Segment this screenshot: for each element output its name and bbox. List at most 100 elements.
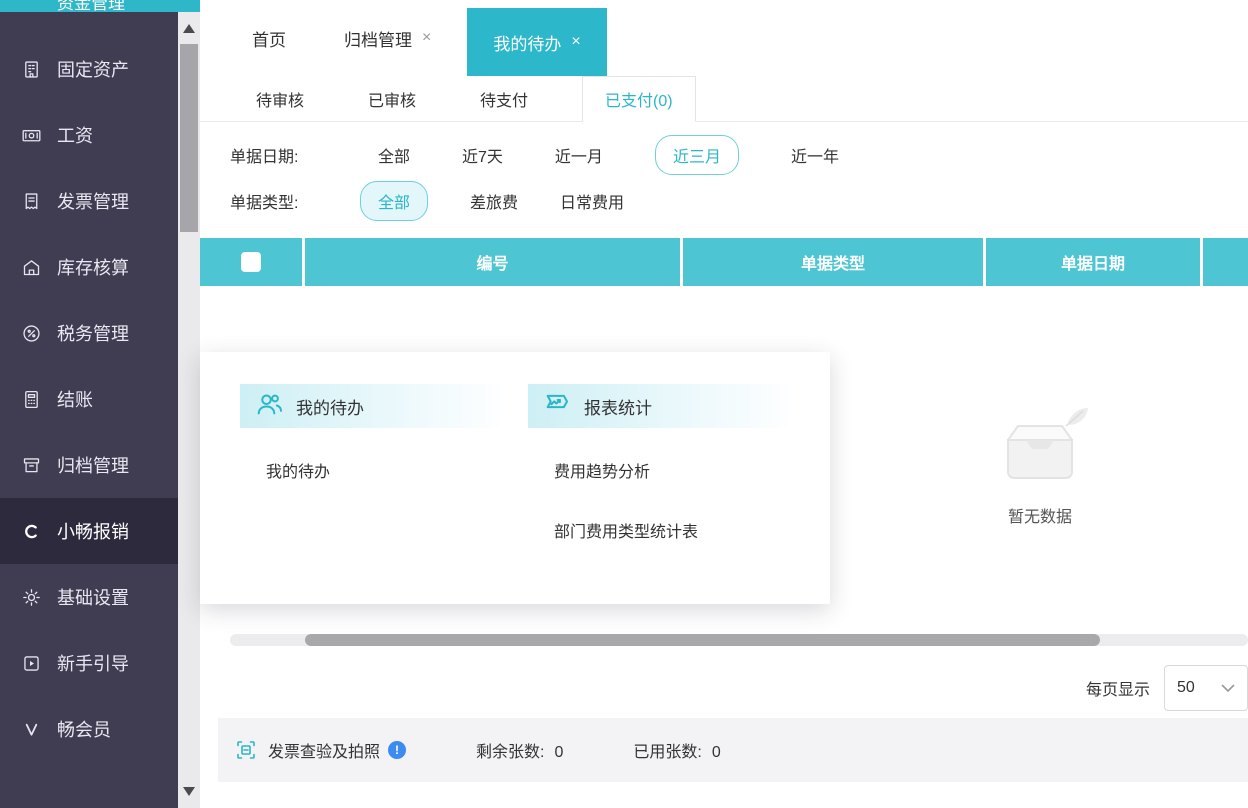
page-size-label: 每页显示 [1085, 682, 1150, 699]
sidebar-item-invoice[interactable]: 发票管理 [0, 168, 178, 234]
filter-type-row: 单据类型: 全部 差旅费 日常费用 [200, 178, 1248, 224]
member-icon [20, 718, 42, 740]
sidebar-item-label: 归档管理 [57, 456, 129, 476]
tab-label: 我的待办 [493, 34, 562, 54]
tab-label: 归档管理 [344, 30, 412, 50]
horizontal-scrollbar[interactable] [230, 634, 1248, 646]
scroll-down-icon[interactable] [183, 787, 195, 796]
subtab-bar: 待审核 已审核 待支付 已支付(0) [200, 76, 1248, 122]
inventory-icon [20, 256, 42, 278]
menu-item-dept-expense-stats[interactable]: 部门费用类型统计表 [554, 518, 788, 542]
sidebar-item-label: 基础设置 [57, 588, 129, 608]
report-stats-icon [542, 389, 572, 424]
subtab-reviewed[interactable]: 已审核 [358, 76, 426, 121]
todo-person-icon [254, 389, 284, 424]
sidebar-item-label: 库存核算 [57, 258, 129, 278]
sidebar-item-inventory[interactable]: 库存核算 [0, 234, 178, 300]
guide-play-icon [20, 652, 42, 674]
sidebar-item-label: 小畅报销 [57, 522, 129, 542]
date-option-1m[interactable]: 近一月 [555, 143, 603, 167]
select-all-checkbox[interactable] [241, 252, 261, 272]
tax-icon [20, 322, 42, 344]
info-icon[interactable]: ! [388, 741, 407, 759]
empty-state-text: 暂无数据 [1007, 509, 1072, 526]
close-icon[interactable]: × [422, 30, 431, 46]
sidebar-item-reimburse[interactable]: 小畅报销 [0, 498, 178, 564]
popup-column-todo: 我的待办 我的待办 [240, 384, 500, 604]
column-header-number: 编号 [305, 238, 680, 286]
used-count: 已用张数: 0 [633, 738, 720, 762]
main-content: 首页 归档管理 × 我的待办 × 待审核 已审核 待支付 已支付(0) 单据日期… [200, 0, 1248, 808]
reimburse-icon [20, 520, 42, 542]
subtab-pending-payment[interactable]: 待支付 [470, 76, 538, 121]
type-option-travel[interactable]: 差旅费 [470, 189, 518, 213]
footer-bar: 发票查验及拍照 ! 剩余张数: 0 已用张数: 0 [218, 718, 1248, 782]
sidebar-item-fixed-assets[interactable]: 固定资产 [0, 36, 178, 102]
type-option-daily[interactable]: 日常费用 [560, 189, 624, 213]
date-option-1y[interactable]: 近一年 [791, 143, 839, 167]
popup-column-reports: 报表统计 费用趋势分析 部门费用类型统计表 [528, 384, 788, 604]
chevron-down-icon [1221, 683, 1235, 692]
pagination: 每页显示 50 [1086, 664, 1248, 712]
column-header-doc-type: 单据类型 [683, 238, 983, 286]
header-checkbox-cell [200, 238, 302, 286]
table-header: 编号 单据类型 单据日期 [200, 238, 1248, 286]
fixed-assets-icon [20, 58, 42, 80]
sidebar-item-label: 畅会员 [57, 720, 111, 740]
date-option-7d[interactable]: 近7天 [462, 143, 503, 167]
filter-date-row: 单据日期: 全部 近7天 近一月 近三月 近一年 [200, 132, 1248, 178]
column-header-doc-date: 单据日期 [986, 238, 1200, 286]
archive-icon [20, 454, 42, 476]
page-size-select[interactable]: 50 [1164, 665, 1248, 711]
menu-section-title: 我的待办 [296, 398, 364, 418]
date-option-all[interactable]: 全部 [378, 143, 410, 167]
tab-label: 首页 [252, 30, 286, 50]
menu-item-expense-trend[interactable]: 费用趋势分析 [554, 458, 788, 482]
sidebar-item-settings[interactable]: 基础设置 [0, 564, 178, 630]
tab-home[interactable]: 首页 [230, 26, 308, 51]
sidebar: 固定资产 工资 发票管理 库存核算 税务管理 结账 归档管理 小畅报销 基础设置… [0, 0, 178, 808]
settings-gear-icon [20, 586, 42, 608]
tab-my-todo[interactable]: 我的待办 × [467, 8, 607, 76]
sidebar-item-label: 结账 [57, 390, 93, 410]
close-icon[interactable]: × [571, 34, 580, 50]
invoice-check-label: 发票查验及拍照 [268, 744, 381, 761]
filter-date-label: 单据日期: [230, 149, 299, 166]
column-header-extra [1203, 238, 1248, 286]
used-label: 已用张数: [633, 744, 702, 761]
vertical-scrollbar[interactable] [178, 0, 200, 808]
empty-box-icon [1007, 408, 1088, 479]
sidebar-item-tax[interactable]: 税务管理 [0, 300, 178, 366]
remaining-label: 剩余张数: [476, 744, 545, 761]
vertical-scrollbar-thumb[interactable] [180, 44, 198, 232]
sidebar-item-salary[interactable]: 工资 [0, 102, 178, 168]
menu-item-my-todo[interactable]: 我的待办 [266, 458, 500, 482]
sidebar-item-guide[interactable]: 新手引导 [0, 630, 178, 696]
filter-type-label: 单据类型: [230, 195, 299, 212]
sidebar-item-archive[interactable]: 归档管理 [0, 432, 178, 498]
type-option-all-selected[interactable]: 全部 [360, 181, 429, 221]
app-window: 资金管理 固定资产 工资 发票管理 库存核算 税务管理 结账 归档管理 小畅报销… [0, 0, 1248, 808]
tab-archive[interactable]: 归档管理 × [322, 26, 453, 51]
sidebar-item-member[interactable]: 畅会员 [0, 696, 178, 762]
menu-section-my-todo[interactable]: 我的待办 [240, 384, 500, 428]
sidebar-item-label: 发票管理 [57, 192, 129, 212]
sidebar-item-funds[interactable]: 资金管理 [0, 0, 200, 12]
page-size-value: 50 [1177, 679, 1195, 696]
empty-state: 暂无数据 [975, 396, 1105, 527]
subtab-paid[interactable]: 已支付(0) [582, 76, 696, 122]
sidebar-item-label: 新手引导 [57, 654, 129, 674]
subtab-pending-review[interactable]: 待审核 [246, 76, 314, 121]
invoice-scan-icon [234, 738, 258, 762]
sidebar-item-closing[interactable]: 结账 [0, 366, 178, 432]
menu-section-report-stats[interactable]: 报表统计 [528, 384, 788, 428]
scroll-up-icon[interactable] [183, 24, 195, 33]
reimburse-menu-popup: 我的待办 我的待办 报表统计 费用趋势分析 部门费用类型统计表 [200, 352, 830, 604]
used-value: 0 [711, 744, 721, 761]
sidebar-item-label: 税务管理 [57, 324, 129, 344]
horizontal-scrollbar-thumb[interactable] [305, 634, 1100, 646]
invoice-icon [20, 190, 42, 212]
sidebar-item-label: 资金管理 [57, 0, 125, 12]
date-option-3m-selected[interactable]: 近三月 [654, 135, 739, 175]
remaining-value: 0 [554, 744, 564, 761]
